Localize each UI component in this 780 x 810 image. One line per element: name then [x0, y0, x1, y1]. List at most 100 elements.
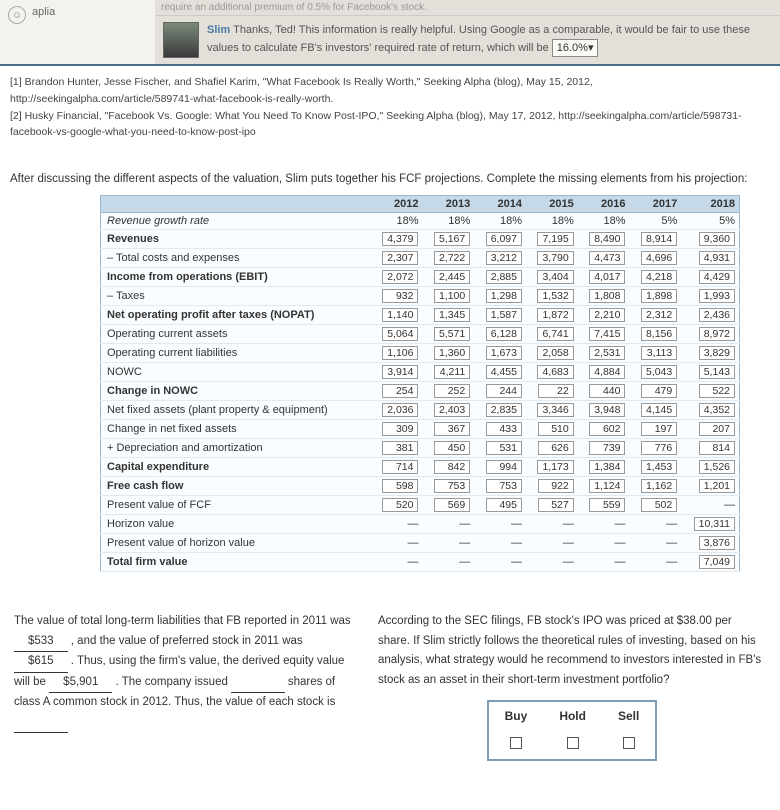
- value-box[interactable]: 4,931: [699, 251, 735, 265]
- value-box[interactable]: 5,167: [434, 232, 470, 246]
- value-box[interactable]: 932: [382, 289, 418, 303]
- value-box[interactable]: 1,360: [434, 346, 470, 360]
- value-box[interactable]: 569: [434, 498, 470, 512]
- value-box[interactable]: 1,201: [699, 479, 735, 493]
- value-box[interactable]: 10,311: [694, 517, 735, 531]
- value-box[interactable]: 4,455: [486, 365, 522, 379]
- value-box[interactable]: 753: [434, 479, 470, 493]
- value-box[interactable]: 309: [382, 422, 418, 436]
- value-box[interactable]: 4,429: [699, 270, 735, 284]
- value-box[interactable]: 2,072: [382, 270, 418, 284]
- value-box[interactable]: 4,379: [382, 232, 418, 246]
- value-box[interactable]: 739: [589, 441, 625, 455]
- value-box[interactable]: 8,914: [641, 232, 677, 246]
- value-box[interactable]: 1,872: [537, 308, 573, 322]
- value-box[interactable]: 4,473: [589, 251, 625, 265]
- checkbox-buy[interactable]: [510, 737, 522, 749]
- value-box[interactable]: 1,140: [382, 308, 418, 322]
- value-box[interactable]: 776: [641, 441, 677, 455]
- value-box[interactable]: 2,885: [486, 270, 522, 284]
- blank-preferred[interactable]: $615: [14, 652, 68, 673]
- value-box[interactable]: 1,298: [486, 289, 522, 303]
- value-box[interactable]: 5,143: [699, 365, 735, 379]
- value-box[interactable]: 252: [434, 384, 470, 398]
- value-box[interactable]: 2,036: [382, 403, 418, 417]
- value-box[interactable]: 1,993: [699, 289, 735, 303]
- value-box[interactable]: 4,145: [641, 403, 677, 417]
- blank-liabilities[interactable]: $533: [14, 632, 68, 653]
- value-box[interactable]: 1,673: [486, 346, 522, 360]
- value-box[interactable]: 520: [382, 498, 418, 512]
- value-box[interactable]: 197: [641, 422, 677, 436]
- value-box[interactable]: 2,307: [382, 251, 418, 265]
- rate-of-return-dropdown[interactable]: 16.0%▾: [552, 39, 599, 58]
- value-box[interactable]: 4,683: [537, 365, 573, 379]
- value-box[interactable]: 4,352: [699, 403, 735, 417]
- value-box[interactable]: 3,829: [699, 346, 735, 360]
- value-box[interactable]: 1,345: [434, 308, 470, 322]
- value-box[interactable]: 842: [434, 460, 470, 474]
- value-box[interactable]: 450: [434, 441, 470, 455]
- value-box[interactable]: 2,058: [537, 346, 573, 360]
- value-box[interactable]: 3,790: [537, 251, 573, 265]
- value-box[interactable]: 8,490: [589, 232, 625, 246]
- checkbox-hold[interactable]: [567, 737, 579, 749]
- value-box[interactable]: 367: [434, 422, 470, 436]
- value-box[interactable]: 207: [699, 422, 735, 436]
- value-box[interactable]: 2,403: [434, 403, 470, 417]
- blank-equity[interactable]: $5,901: [49, 673, 112, 694]
- value-box[interactable]: 1,898: [641, 289, 677, 303]
- value-box[interactable]: 502: [641, 498, 677, 512]
- value-box[interactable]: 3,876: [699, 536, 735, 550]
- value-box[interactable]: 1,173: [537, 460, 573, 474]
- value-box[interactable]: 753: [486, 479, 522, 493]
- value-box[interactable]: 527: [538, 498, 574, 512]
- value-box[interactable]: 3,113: [641, 346, 677, 360]
- value-box[interactable]: 22: [538, 384, 574, 398]
- blank-stockvalue[interactable]: [14, 713, 68, 734]
- value-box[interactable]: 6,097: [486, 232, 522, 246]
- value-box[interactable]: 626: [538, 441, 574, 455]
- value-box[interactable]: 4,017: [589, 270, 625, 284]
- value-box[interactable]: 1,124: [589, 479, 625, 493]
- value-box[interactable]: 1,587: [486, 308, 522, 322]
- value-box[interactable]: 479: [641, 384, 677, 398]
- value-box[interactable]: 522: [699, 384, 735, 398]
- value-box[interactable]: 2,210: [589, 308, 625, 322]
- value-box[interactable]: 4,218: [641, 270, 677, 284]
- value-box[interactable]: 244: [486, 384, 522, 398]
- value-box[interactable]: 3,948: [589, 403, 625, 417]
- value-box[interactable]: 1,100: [434, 289, 470, 303]
- value-box[interactable]: 1,162: [641, 479, 677, 493]
- value-box[interactable]: 9,360: [699, 232, 735, 246]
- value-box[interactable]: 510: [538, 422, 574, 436]
- value-box[interactable]: 1,808: [589, 289, 625, 303]
- value-box[interactable]: 5,064: [382, 327, 418, 341]
- value-box[interactable]: 2,531: [589, 346, 625, 360]
- value-box[interactable]: 5,043: [641, 365, 677, 379]
- value-box[interactable]: 8,972: [699, 327, 735, 341]
- value-box[interactable]: 2,436: [699, 308, 735, 322]
- value-box[interactable]: 254: [382, 384, 418, 398]
- value-box[interactable]: 6,741: [537, 327, 573, 341]
- value-box[interactable]: 4,211: [434, 365, 470, 379]
- value-box[interactable]: 433: [486, 422, 522, 436]
- value-box[interactable]: 6,128: [486, 327, 522, 341]
- value-box[interactable]: 3,914: [382, 365, 418, 379]
- value-box[interactable]: 4,884: [589, 365, 625, 379]
- value-box[interactable]: 3,346: [537, 403, 573, 417]
- value-box[interactable]: 1,106: [382, 346, 418, 360]
- value-box[interactable]: 2,835: [486, 403, 522, 417]
- value-box[interactable]: 495: [486, 498, 522, 512]
- value-box[interactable]: 3,404: [537, 270, 573, 284]
- value-box[interactable]: 4,696: [641, 251, 677, 265]
- value-box[interactable]: 994: [486, 460, 522, 474]
- value-box[interactable]: 531: [486, 441, 522, 455]
- value-box[interactable]: 2,445: [434, 270, 470, 284]
- value-box[interactable]: 7,049: [699, 555, 735, 569]
- value-box[interactable]: 1,532: [537, 289, 573, 303]
- value-box[interactable]: 7,195: [537, 232, 573, 246]
- value-box[interactable]: 7,415: [589, 327, 625, 341]
- value-box[interactable]: 1,526: [699, 460, 735, 474]
- value-box[interactable]: 5,571: [434, 327, 470, 341]
